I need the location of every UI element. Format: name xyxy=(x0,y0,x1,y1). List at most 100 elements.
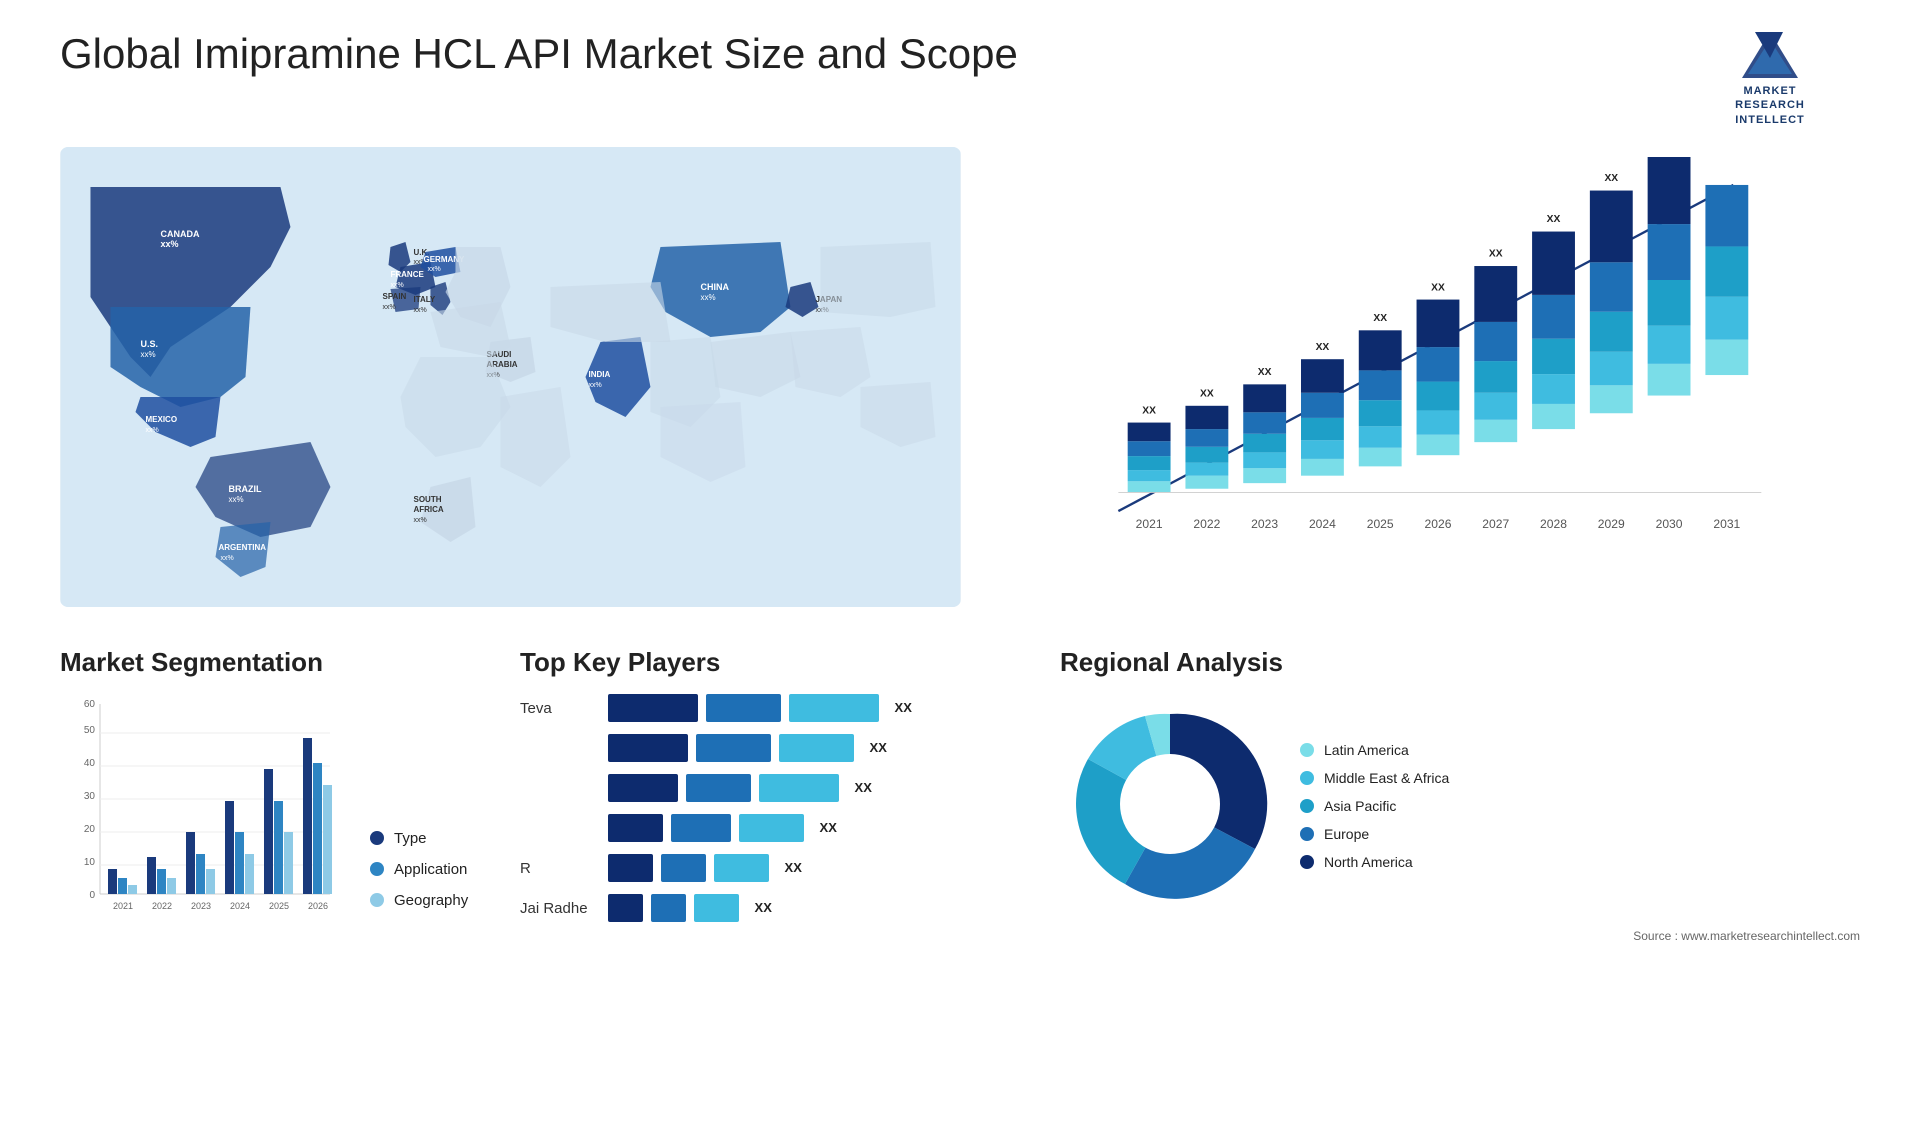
map-container: CANADA xx% U.S. xx% MEXICO xx% BRAZIL xx… xyxy=(60,147,961,607)
year-2031: 2031 xyxy=(1713,517,1740,531)
year-2024: 2024 xyxy=(1309,517,1336,531)
svg-text:30: 30 xyxy=(84,791,96,802)
bar-label-2022: XX xyxy=(1200,388,1214,399)
svg-text:2025: 2025 xyxy=(269,901,289,911)
mexico-label: MEXICO xyxy=(145,415,177,424)
apac-label: Asia Pacific xyxy=(1324,798,1396,814)
year-2025: 2025 xyxy=(1367,517,1394,531)
player-bar-5c xyxy=(714,854,769,882)
germany-value: xx% xyxy=(427,266,440,273)
player-bar-5b xyxy=(661,854,706,882)
bar-label-2023: XX xyxy=(1258,367,1272,378)
spain-label: SPAIN xyxy=(382,292,406,301)
pie-chart-svg xyxy=(1060,694,1280,914)
player-bar-6b xyxy=(651,894,686,922)
spain-value: xx% xyxy=(382,304,395,311)
player-bar-2b xyxy=(696,734,771,762)
legend-item-type: Type xyxy=(370,830,468,847)
svg-text:40: 40 xyxy=(84,758,96,769)
france-value: xx% xyxy=(390,282,403,289)
logo-box: MARKET RESEARCH INTELLECT xyxy=(1680,30,1860,127)
bar-label-2026: XX xyxy=(1431,282,1445,293)
svg-text:2021: 2021 xyxy=(113,901,133,911)
player-bar-6c xyxy=(694,894,739,922)
canada-label: CANADA xyxy=(160,229,199,239)
brazil-label: BRAZIL xyxy=(228,484,261,494)
player-label-2 xyxy=(520,735,588,763)
us-value: xx% xyxy=(140,350,155,359)
latin-dot xyxy=(1300,743,1314,757)
year-2026: 2026 xyxy=(1424,517,1451,531)
svg-text:20: 20 xyxy=(84,824,96,835)
player-bar-row-5: XX xyxy=(608,854,1020,882)
players-area: Teva R Jai Radhe XX xyxy=(520,694,1020,934)
na-dot xyxy=(1300,855,1314,869)
player-bar-2c xyxy=(779,734,854,762)
regional-title: Regional Analysis xyxy=(1060,647,1860,678)
svg-text:2023: 2023 xyxy=(191,901,211,911)
year-2021: 2021 xyxy=(1136,517,1163,531)
logo-text: MARKET RESEARCH INTELLECT xyxy=(1735,84,1805,127)
bar-chart-container: XX 2021 XX 2022 XX 2023 xyxy=(1001,147,1860,607)
bar-label-2024: XX xyxy=(1316,342,1330,353)
bottom-section: Market Segmentation 0 10 20 30 40 50 xyxy=(60,647,1860,943)
apac-dot xyxy=(1300,799,1314,813)
seg-chart-svg: 0 10 20 30 40 50 60 xyxy=(60,694,340,934)
italy-label: ITALY xyxy=(413,295,435,304)
segment-section: Market Segmentation 0 10 20 30 40 50 xyxy=(60,647,480,943)
player-bar-value-2: XX xyxy=(870,740,887,755)
us-label: U.S. xyxy=(140,339,158,349)
svg-text:50: 50 xyxy=(84,725,96,736)
page-title: Global Imipramine HCL API Market Size an… xyxy=(60,30,1680,78)
bar-label-2028: XX xyxy=(1547,214,1561,225)
svg-text:0: 0 xyxy=(89,890,95,901)
india-value: xx% xyxy=(588,382,601,389)
player-bar-value-5: XX xyxy=(785,860,802,875)
player-bar-2a xyxy=(608,734,688,762)
player-labels: Teva R Jai Radhe xyxy=(520,695,588,933)
europe-label: Europe xyxy=(1324,826,1369,842)
legend-application-label: Application xyxy=(394,861,467,878)
player-bar-4c xyxy=(739,814,804,842)
brazil-value: xx% xyxy=(228,495,243,504)
key-players-title: Top Key Players xyxy=(520,647,1020,678)
regional-area: Latin America Middle East & Africa Asia … xyxy=(1060,694,1860,919)
argentina-value: xx% xyxy=(220,555,233,562)
player-bar-4b xyxy=(671,814,731,842)
latin-label: Latin America xyxy=(1324,742,1409,758)
player-bar-row-2: XX xyxy=(608,734,1020,762)
bar-label-2025: XX xyxy=(1373,313,1387,324)
mexico-value: xx% xyxy=(145,427,158,434)
svg-text:2024: 2024 xyxy=(230,901,250,911)
key-players-section: Top Key Players Teva R Jai Radhe xyxy=(520,647,1020,943)
r-legend-europe: Europe xyxy=(1300,826,1449,842)
logo-icon xyxy=(1740,30,1800,80)
legend-geography-label: Geography xyxy=(394,892,468,909)
france-label: FRANCE xyxy=(390,270,424,279)
header-row: Global Imipramine HCL API Market Size an… xyxy=(60,30,1860,127)
player-bar-value-3: XX xyxy=(855,780,872,795)
svg-text:10: 10 xyxy=(84,857,96,868)
application-dot xyxy=(370,862,384,876)
regional-legend: Latin America Middle East & Africa Asia … xyxy=(1300,742,1449,870)
player-bar-1b xyxy=(706,694,781,722)
bar-label-2021: XX xyxy=(1142,405,1156,416)
argentina-label: ARGENTINA xyxy=(218,543,266,552)
page-wrapper: Global Imipramine HCL API Market Size an… xyxy=(0,0,1920,973)
pie-wrap xyxy=(1060,694,1280,919)
player-label-3 xyxy=(520,775,588,803)
geography-dot xyxy=(370,893,384,907)
year-2028: 2028 xyxy=(1540,517,1567,531)
seg-legend: Type Application Geography xyxy=(370,830,468,939)
legend-item-geography: Geography xyxy=(370,892,468,909)
italy-value: xx% xyxy=(413,307,426,314)
player-bar-1a xyxy=(608,694,698,722)
mea-label: Middle East & Africa xyxy=(1324,770,1449,786)
player-label-r: R xyxy=(520,855,588,883)
legend-type-label: Type xyxy=(394,830,427,847)
legend-item-application: Application xyxy=(370,861,468,878)
player-bar-row-4: XX xyxy=(608,814,1020,842)
r-legend-latin: Latin America xyxy=(1300,742,1449,758)
top-section: CANADA xx% U.S. xx% MEXICO xx% BRAZIL xx… xyxy=(60,147,1860,607)
player-bar-3a xyxy=(608,774,678,802)
